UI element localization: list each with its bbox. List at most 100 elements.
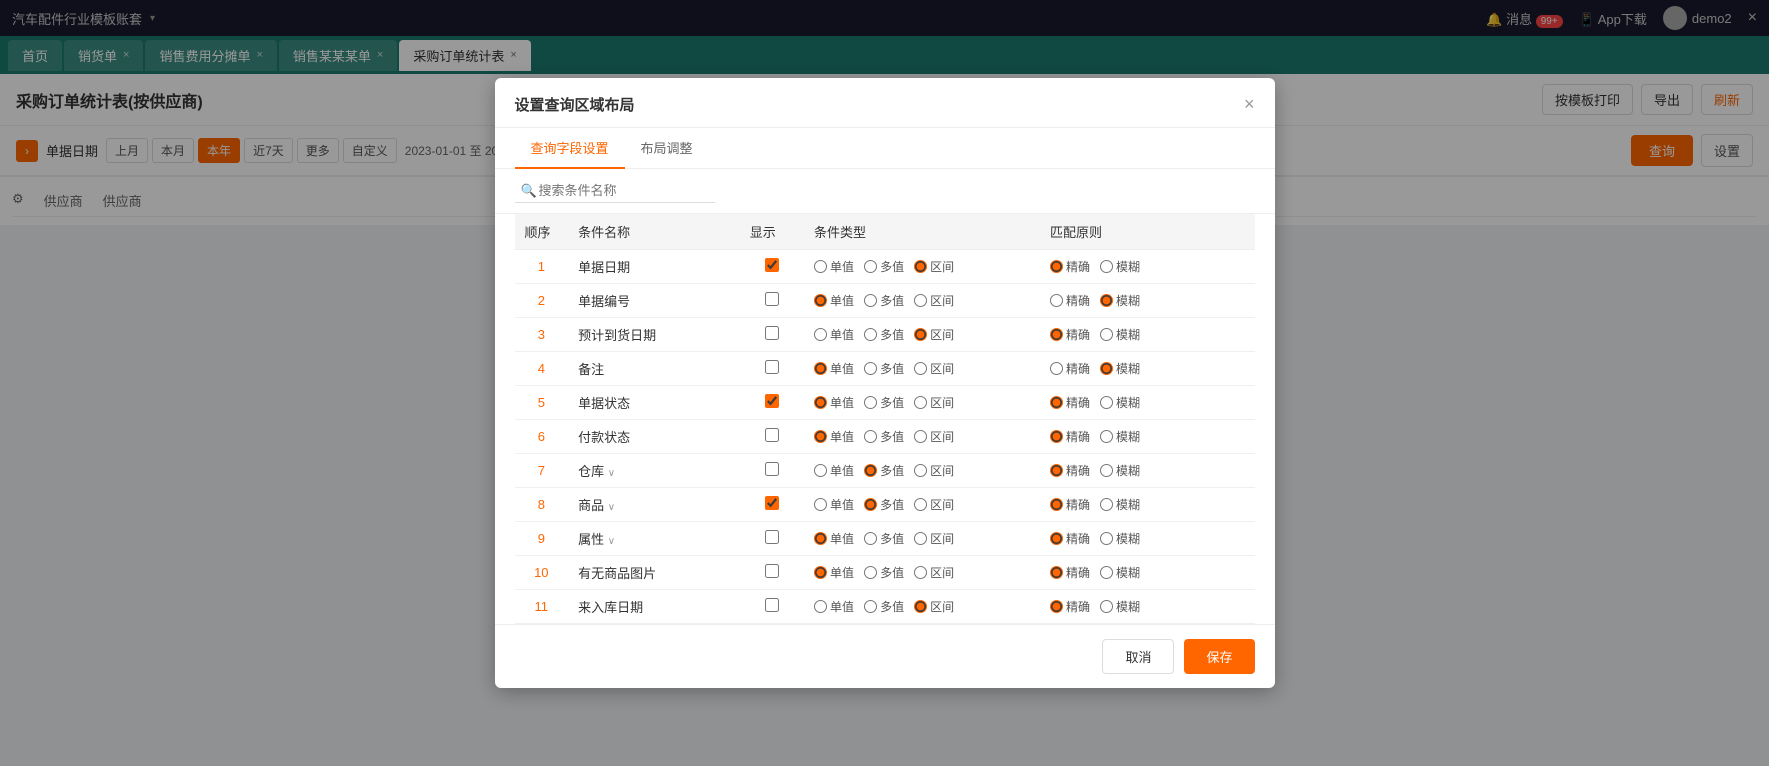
- type-option-区间-4[interactable]: 区间: [914, 394, 954, 411]
- display-checkbox-2[interactable]: [765, 326, 779, 340]
- type-radio-区间-3[interactable]: [914, 362, 927, 375]
- type-radio-单值-0[interactable]: [814, 260, 827, 273]
- match-option-精确-5[interactable]: 精确: [1050, 428, 1090, 445]
- type-option-多值-0[interactable]: 多值: [864, 258, 904, 275]
- display-checkbox-1[interactable]: [765, 292, 779, 306]
- type-radio-单值-4[interactable]: [814, 396, 827, 409]
- type-option-单值-7[interactable]: 单值: [814, 496, 854, 513]
- type-option-单值-3[interactable]: 单值: [814, 360, 854, 377]
- type-option-多值-5[interactable]: 多值: [864, 428, 904, 445]
- match-option-模糊-9[interactable]: 模糊: [1100, 564, 1140, 581]
- match-radio-模糊-8[interactable]: [1100, 532, 1113, 545]
- display-checkbox-7[interactable]: [765, 496, 779, 510]
- match-option-精确-10[interactable]: 精确: [1050, 598, 1090, 615]
- match-radio-精确-9[interactable]: [1050, 566, 1063, 579]
- match-radio-模糊-9[interactable]: [1100, 566, 1113, 579]
- type-radio-单值-7[interactable]: [814, 498, 827, 511]
- match-radio-模糊-4[interactable]: [1100, 396, 1113, 409]
- match-radio-模糊-1[interactable]: [1100, 294, 1113, 307]
- type-option-多值-2[interactable]: 多值: [864, 326, 904, 343]
- match-radio-精确-5[interactable]: [1050, 430, 1063, 443]
- match-radio-模糊-7[interactable]: [1100, 498, 1113, 511]
- type-option-区间-3[interactable]: 区间: [914, 360, 954, 377]
- type-radio-单值-9[interactable]: [814, 566, 827, 579]
- type-option-多值-1[interactable]: 多值: [864, 292, 904, 309]
- match-option-精确-8[interactable]: 精确: [1050, 530, 1090, 547]
- match-radio-模糊-6[interactable]: [1100, 464, 1113, 477]
- type-radio-区间-4[interactable]: [914, 396, 927, 409]
- type-option-单值-5[interactable]: 单值: [814, 428, 854, 445]
- match-radio-精确-6[interactable]: [1050, 464, 1063, 477]
- type-radio-区间-1[interactable]: [914, 294, 927, 307]
- display-checkbox-4[interactable]: [765, 394, 779, 408]
- type-radio-多值-10[interactable]: [864, 600, 877, 613]
- row-display-9[interactable]: [740, 556, 804, 590]
- dialog-tab-layout-adjust[interactable]: 布局调整: [625, 128, 709, 169]
- match-radio-模糊-3[interactable]: [1100, 362, 1113, 375]
- type-option-单值-4[interactable]: 单值: [814, 394, 854, 411]
- match-option-精确-2[interactable]: 精确: [1050, 326, 1090, 343]
- row-display-6[interactable]: [740, 454, 804, 488]
- type-radio-单值-8[interactable]: [814, 532, 827, 545]
- match-radio-模糊-0[interactable]: [1100, 260, 1113, 273]
- type-radio-区间-5[interactable]: [914, 430, 927, 443]
- type-option-单值-8[interactable]: 单值: [814, 530, 854, 547]
- row-display-2[interactable]: [740, 318, 804, 352]
- type-radio-单值-5[interactable]: [814, 430, 827, 443]
- match-option-精确-7[interactable]: 精确: [1050, 496, 1090, 513]
- match-option-精确-3[interactable]: 精确: [1050, 360, 1090, 377]
- match-option-精确-6[interactable]: 精确: [1050, 462, 1090, 479]
- type-option-单值-9[interactable]: 单值: [814, 564, 854, 581]
- row-display-10[interactable]: [740, 590, 804, 624]
- type-radio-多值-5[interactable]: [864, 430, 877, 443]
- match-option-模糊-10[interactable]: 模糊: [1100, 598, 1140, 615]
- row-display-7[interactable]: [740, 488, 804, 522]
- type-radio-多值-1[interactable]: [864, 294, 877, 307]
- display-checkbox-9[interactable]: [765, 564, 779, 578]
- row-display-0[interactable]: [740, 250, 804, 284]
- type-option-单值-10[interactable]: 单值: [814, 598, 854, 615]
- match-radio-模糊-2[interactable]: [1100, 328, 1113, 341]
- match-radio-精确-2[interactable]: [1050, 328, 1063, 341]
- type-option-区间-0[interactable]: 区间: [914, 258, 954, 275]
- type-radio-多值-4[interactable]: [864, 396, 877, 409]
- type-option-单值-2[interactable]: 单值: [814, 326, 854, 343]
- match-option-模糊-6[interactable]: 模糊: [1100, 462, 1140, 479]
- search-input[interactable]: [515, 179, 715, 203]
- type-radio-单值-3[interactable]: [814, 362, 827, 375]
- type-option-区间-6[interactable]: 区间: [914, 462, 954, 479]
- match-option-精确-4[interactable]: 精确: [1050, 394, 1090, 411]
- match-radio-精确-8[interactable]: [1050, 532, 1063, 545]
- type-option-区间-10[interactable]: 区间: [914, 598, 954, 615]
- display-checkbox-5[interactable]: [765, 428, 779, 442]
- match-radio-精确-7[interactable]: [1050, 498, 1063, 511]
- type-radio-多值-7[interactable]: [864, 498, 877, 511]
- match-option-精确-0[interactable]: 精确: [1050, 258, 1090, 275]
- type-option-多值-4[interactable]: 多值: [864, 394, 904, 411]
- type-option-单值-1[interactable]: 单值: [814, 292, 854, 309]
- row-display-4[interactable]: [740, 386, 804, 420]
- type-option-单值-6[interactable]: 单值: [814, 462, 854, 479]
- type-option-区间-2[interactable]: 区间: [914, 326, 954, 343]
- type-option-区间-1[interactable]: 区间: [914, 292, 954, 309]
- match-option-模糊-4[interactable]: 模糊: [1100, 394, 1140, 411]
- match-radio-精确-4[interactable]: [1050, 396, 1063, 409]
- dialog-close-btn[interactable]: ×: [1244, 94, 1255, 115]
- match-radio-精确-1[interactable]: [1050, 294, 1063, 307]
- type-radio-区间-0[interactable]: [914, 260, 927, 273]
- type-radio-单值-1[interactable]: [814, 294, 827, 307]
- match-option-模糊-7[interactable]: 模糊: [1100, 496, 1140, 513]
- match-radio-模糊-5[interactable]: [1100, 430, 1113, 443]
- type-radio-多值-8[interactable]: [864, 532, 877, 545]
- match-option-模糊-1[interactable]: 模糊: [1100, 292, 1140, 309]
- type-radio-多值-0[interactable]: [864, 260, 877, 273]
- match-radio-精确-10[interactable]: [1050, 600, 1063, 613]
- match-radio-模糊-10[interactable]: [1100, 600, 1113, 613]
- type-radio-单值-10[interactable]: [814, 600, 827, 613]
- type-radio-多值-3[interactable]: [864, 362, 877, 375]
- type-option-单值-0[interactable]: 单值: [814, 258, 854, 275]
- type-option-区间-5[interactable]: 区间: [914, 428, 954, 445]
- type-radio-多值-9[interactable]: [864, 566, 877, 579]
- type-option-多值-6[interactable]: 多值: [864, 462, 904, 479]
- type-radio-区间-7[interactable]: [914, 498, 927, 511]
